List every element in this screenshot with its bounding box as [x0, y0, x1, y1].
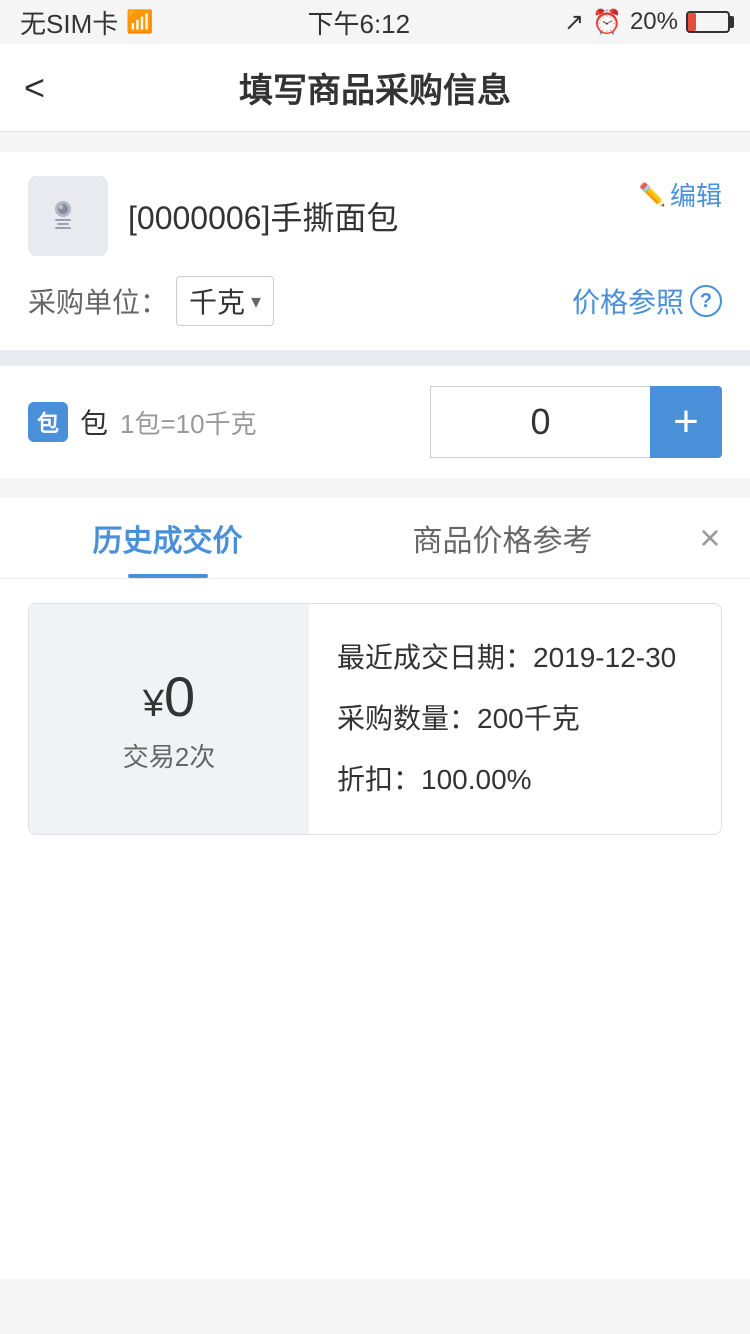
- currency-symbol: ¥: [143, 683, 164, 725]
- discount-label: 折扣：: [337, 764, 421, 795]
- edit-icon: ✏️: [639, 182, 666, 208]
- quantity-value: 0: [530, 401, 550, 443]
- bag-icon: 包: [28, 402, 68, 442]
- purchase-quantity-row: 采购数量：200千克: [337, 697, 693, 742]
- bag-label: 包: [80, 402, 108, 442]
- quantity-row: 包 包 1包=10千克 0 +: [0, 366, 750, 478]
- tabs-row: 历史成交价 商品价格参考 ×: [0, 498, 750, 578]
- unit-select[interactable]: 千克 ▾: [176, 276, 274, 326]
- tab-history-label: 历史成交价: [93, 516, 243, 560]
- discount-row: 折扣：100.00%: [337, 758, 693, 803]
- location-icon: ↗: [564, 8, 584, 37]
- nav-bar: < 填写商品采购信息: [0, 44, 750, 132]
- tab-history-price[interactable]: 历史成交价: [0, 498, 335, 578]
- back-button[interactable]: <: [24, 67, 45, 109]
- tabs-container: 历史成交价 商品价格参考 ×: [0, 498, 750, 579]
- carrier-label: 无SIM卡: [20, 4, 118, 41]
- tab-close-button[interactable]: ×: [670, 498, 750, 578]
- edit-label: 编辑: [670, 176, 722, 213]
- history-card: ¥0 交易2次 最近成交日期：2019-12-30 采购数量：200千克 折扣：…: [28, 603, 722, 835]
- tab-underline: [128, 574, 208, 578]
- alarm-icon: ⏰: [592, 8, 622, 37]
- history-left: ¥0 交易2次: [29, 604, 309, 834]
- price-value: 0: [164, 665, 195, 728]
- product-image: [28, 176, 108, 256]
- page-title: 填写商品采购信息: [239, 63, 511, 112]
- edit-button[interactable]: ✏️ 编辑: [639, 176, 722, 213]
- recent-date-row: 最近成交日期：2019-12-30: [337, 636, 693, 681]
- status-time: 下午6:12: [307, 4, 410, 41]
- battery-icon: [686, 11, 730, 33]
- unit-label: 采购单位：: [28, 281, 168, 321]
- wifi-icon: 📶: [126, 9, 153, 35]
- status-right: ↗ ⏰ 20%: [564, 8, 730, 37]
- quantity-display-value: 200千克: [477, 703, 580, 734]
- recent-date-value: 2019-12-30: [533, 642, 676, 673]
- help-icon: ?: [690, 285, 722, 317]
- tab-product-price[interactable]: 商品价格参考: [335, 498, 670, 578]
- product-left: [0000006]手撕面包: [28, 176, 398, 256]
- tab-product-label: 商品价格参考: [413, 516, 593, 560]
- status-bar: 无SIM卡 📶 下午6:12 ↗ ⏰ 20%: [0, 0, 750, 44]
- quantity-label: 采购数量：: [337, 703, 477, 734]
- price-ref-label: 价格参照: [572, 281, 684, 321]
- unit-row: 采购单位： 千克 ▾ 价格参照 ?: [28, 276, 722, 326]
- status-left: 无SIM卡 📶: [20, 4, 154, 41]
- product-header: [0000006]手撕面包 ✏️ 编辑: [28, 176, 722, 256]
- product-card: [0000006]手撕面包 ✏️ 编辑 采购单位： 千克 ▾ 价格参照 ?: [0, 152, 750, 350]
- unit-value: 千克: [189, 281, 245, 321]
- discount-value: 100.00%: [421, 764, 532, 795]
- quantity-left: 包 包 1包=10千克: [28, 402, 257, 442]
- quantity-controls: 0 +: [430, 386, 722, 458]
- recent-date-label: 最近成交日期：: [337, 642, 533, 673]
- chevron-down-icon: ▾: [251, 289, 261, 314]
- history-right: 最近成交日期：2019-12-30 采购数量：200千克 折扣：100.00%: [309, 604, 721, 834]
- product-name: [0000006]手撕面包: [128, 193, 398, 239]
- battery-percent: 20%: [630, 8, 678, 36]
- quantity-hint: 1包=10千克: [120, 404, 257, 441]
- section-divider: [0, 350, 750, 366]
- price-ref-button[interactable]: 价格参照 ?: [572, 281, 722, 321]
- quantity-plus-button[interactable]: +: [650, 386, 722, 458]
- trade-count: 交易2次: [123, 737, 215, 774]
- main-content: ¥0 交易2次 最近成交日期：2019-12-30 采购数量：200千克 折扣：…: [0, 579, 750, 1279]
- history-section: ¥0 交易2次 最近成交日期：2019-12-30 采购数量：200千克 折扣：…: [0, 579, 750, 859]
- history-price: ¥0: [143, 664, 195, 729]
- quantity-input[interactable]: 0: [430, 386, 650, 458]
